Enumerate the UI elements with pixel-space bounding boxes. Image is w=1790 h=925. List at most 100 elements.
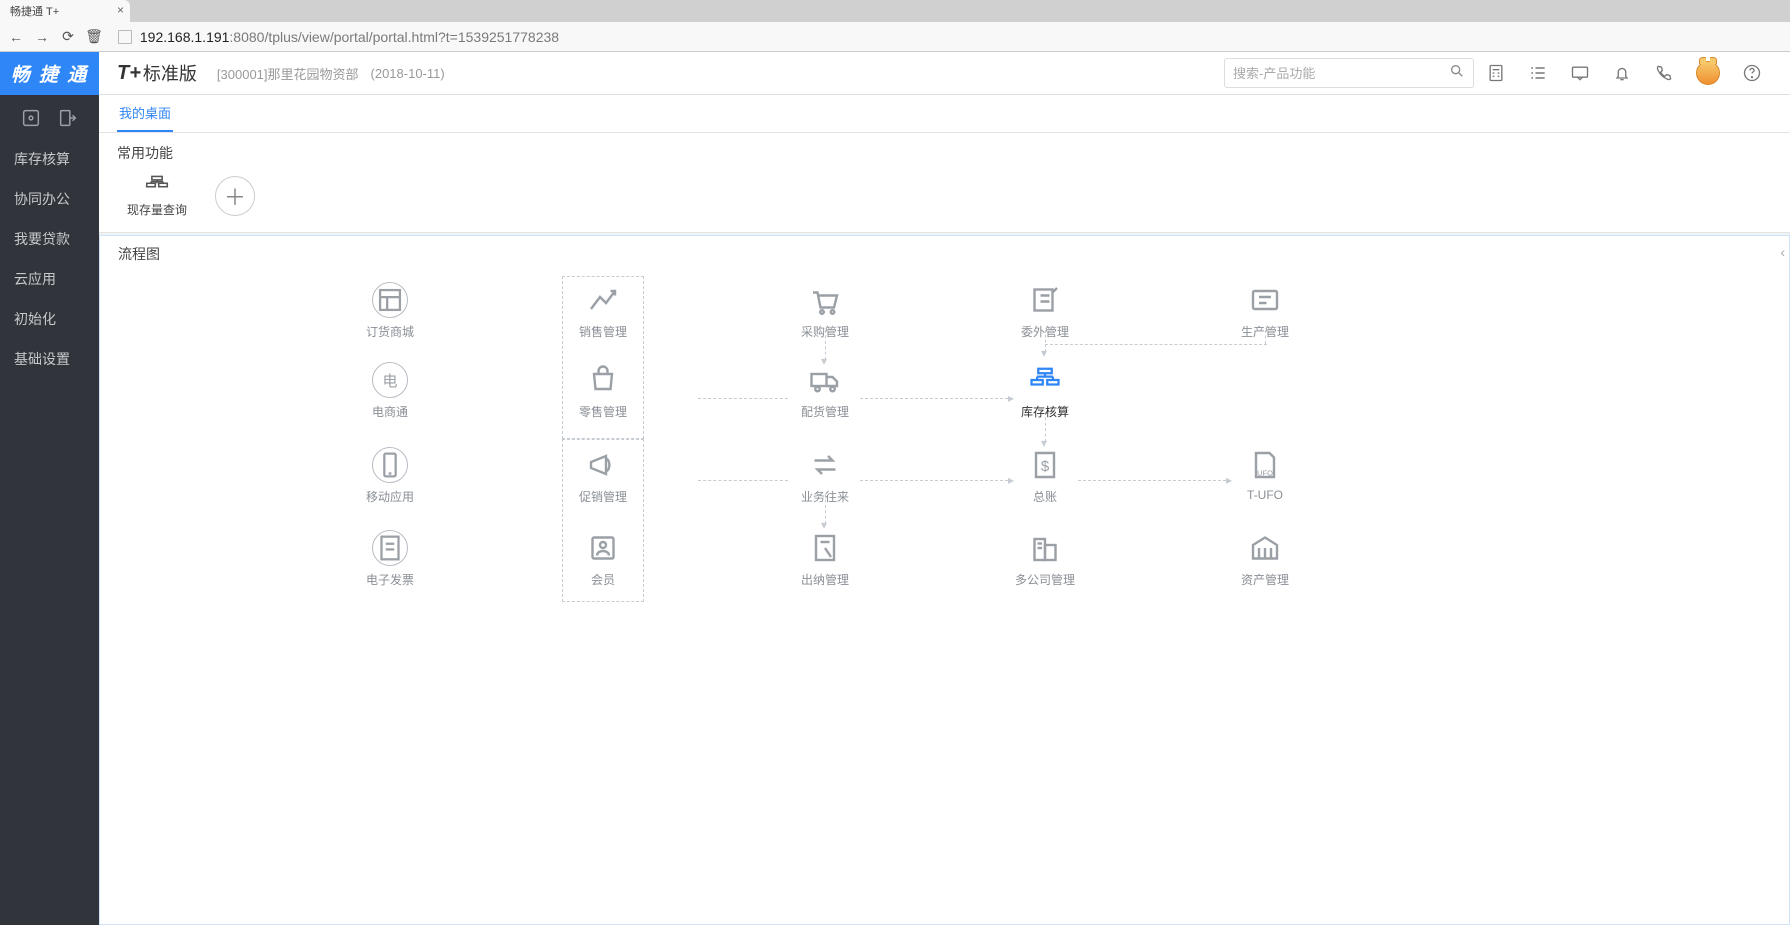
stock-query-icon bbox=[143, 173, 171, 197]
flow-node-cashier[interactable]: 出纳管理 bbox=[780, 530, 870, 588]
ecommerce-icon: 电 bbox=[372, 362, 408, 398]
building-icon bbox=[1027, 530, 1063, 566]
outsource-icon bbox=[1027, 282, 1063, 318]
svg-text:$: $ bbox=[1041, 458, 1050, 475]
flow-node-order-mall[interactable]: 订货商城 bbox=[345, 282, 435, 340]
sales-icon bbox=[585, 282, 621, 318]
flow-node-multicompany[interactable]: 多公司管理 bbox=[1000, 530, 1090, 588]
logout-icon[interactable] bbox=[57, 107, 79, 129]
flow-node-promotion[interactable]: 促销管理 bbox=[558, 447, 648, 505]
quick-title: 常用功能 bbox=[99, 133, 1790, 173]
sidebar-top-icons bbox=[0, 103, 99, 139]
sidebar-item-init[interactable]: 初始化 bbox=[0, 299, 99, 339]
promotion-icon bbox=[585, 447, 621, 483]
sidebar-item-loan[interactable]: 我要贷款 bbox=[0, 219, 99, 259]
page-icon bbox=[118, 30, 132, 44]
search-box[interactable] bbox=[1224, 58, 1474, 88]
url-bar[interactable]: 192.168.1.191:8080/tplus/view/portal/por… bbox=[112, 29, 1782, 45]
flow-node-production[interactable]: 生产管理 bbox=[1220, 282, 1310, 340]
flow-node-ledger[interactable]: $ 总账 bbox=[1000, 447, 1090, 505]
sidebar-item-inventory[interactable]: 库存核算 bbox=[0, 139, 99, 179]
inventory-icon bbox=[1027, 362, 1063, 398]
list-icon[interactable] bbox=[1528, 63, 1548, 83]
node-label: 促销管理 bbox=[579, 488, 627, 505]
nav-forward-icon[interactable]: → bbox=[34, 29, 50, 45]
close-icon[interactable]: × bbox=[117, 3, 124, 17]
flow-node-inventory-costing[interactable]: 库存核算 bbox=[1000, 362, 1090, 420]
header-icons bbox=[1486, 61, 1790, 85]
node-label: 资产管理 bbox=[1241, 571, 1289, 588]
mobile-icon bbox=[372, 447, 408, 483]
node-label: 电子发票 bbox=[366, 571, 414, 588]
flow-node-sales[interactable]: 销售管理 bbox=[558, 282, 648, 340]
nav-back-icon[interactable]: ← bbox=[8, 29, 24, 45]
ledger-icon: $ bbox=[1027, 447, 1063, 483]
edition-label: 标准版 bbox=[143, 60, 197, 86]
avatar-icon[interactable] bbox=[1696, 61, 1720, 85]
flow-node-member[interactable]: 会员 bbox=[558, 530, 648, 588]
production-icon bbox=[1247, 282, 1283, 318]
reload-icon[interactable]: ⟳ bbox=[60, 29, 76, 45]
calculator-icon[interactable] bbox=[1486, 63, 1506, 83]
sidebar-item-basic[interactable]: 基础设置 bbox=[0, 339, 99, 379]
sidebar-item-collab[interactable]: 协同办公 bbox=[0, 179, 99, 219]
connector bbox=[698, 398, 788, 399]
node-label: 会员 bbox=[591, 571, 615, 588]
search-icon[interactable] bbox=[1449, 63, 1465, 83]
url-port: :8080 bbox=[229, 29, 264, 45]
node-label: 生产管理 bbox=[1241, 323, 1289, 340]
connector bbox=[1078, 480, 1226, 481]
flow-node-mobile[interactable]: 移动应用 bbox=[345, 447, 435, 505]
flow-node-distribution[interactable]: 配货管理 bbox=[780, 362, 870, 420]
transfer-icon bbox=[807, 447, 843, 483]
quick-item-stock-query[interactable]: 现存量查询 bbox=[127, 173, 187, 218]
flow-node-einvoice[interactable]: 电子发票 bbox=[345, 530, 435, 588]
connector bbox=[860, 480, 1008, 481]
message-icon[interactable] bbox=[1570, 63, 1590, 83]
quick-panel: 常用功能 现存量查询 ＋ bbox=[99, 133, 1790, 233]
trash-icon[interactable]: 🗑 bbox=[86, 29, 102, 45]
flow-node-business[interactable]: 业务往来 bbox=[780, 447, 870, 505]
org-label: [300001]那里花园物资部 bbox=[217, 64, 359, 83]
flow-node-outsource[interactable]: 委外管理 bbox=[1000, 282, 1090, 340]
search-input[interactable] bbox=[1233, 66, 1449, 81]
report-icon: UFO bbox=[1247, 447, 1283, 483]
url-path: /tplus/view/portal/portal.html?t=1539251… bbox=[264, 29, 559, 45]
node-label: T-UFO bbox=[1247, 488, 1283, 502]
flow-node-purchase[interactable]: 采购管理 bbox=[780, 282, 870, 340]
asset-icon bbox=[1247, 530, 1283, 566]
browser-tab[interactable]: 畅捷通 T+ × bbox=[0, 0, 130, 22]
cashier-icon bbox=[807, 530, 843, 566]
retail-icon bbox=[585, 362, 621, 398]
app-mark: T+ bbox=[117, 62, 141, 85]
sidebar: 库存核算 协同办公 我要贷款 云应用 初始化 基础设置 bbox=[0, 95, 99, 925]
help-icon[interactable] bbox=[1742, 63, 1762, 83]
sidebar-item-cloud[interactable]: 云应用 bbox=[0, 259, 99, 299]
phone-icon[interactable] bbox=[1654, 63, 1674, 83]
date-label: (2018-10-11) bbox=[371, 66, 445, 81]
bell-icon[interactable] bbox=[1612, 63, 1632, 83]
flow-node-tufo[interactable]: UFO T-UFO bbox=[1220, 447, 1310, 502]
connector bbox=[698, 480, 788, 481]
node-label: 库存核算 bbox=[1021, 403, 1069, 420]
tab-title: 畅捷通 T+ bbox=[10, 3, 59, 19]
add-button[interactable]: ＋ bbox=[215, 176, 255, 216]
node-label: 总账 bbox=[1033, 488, 1057, 505]
flow-node-retail[interactable]: 零售管理 bbox=[558, 362, 648, 420]
flow-node-ecommerce[interactable]: 电 电商通 bbox=[345, 362, 435, 420]
node-label: 销售管理 bbox=[579, 323, 627, 340]
flow-area: 订货商城 电 电商通 移动应用 电子发票 销售管理 bbox=[100, 272, 1789, 612]
collapse-icon[interactable]: ‹ bbox=[1780, 244, 1785, 260]
home-icon[interactable] bbox=[20, 107, 42, 129]
brand-logo: 畅 捷 通 bbox=[0, 52, 99, 95]
node-label: 移动应用 bbox=[366, 488, 414, 505]
flow-title: 流程图 bbox=[100, 236, 1789, 272]
flow-panel: 流程图 ‹ bbox=[99, 235, 1790, 925]
node-label: 电商通 bbox=[372, 403, 408, 420]
svg-text:UFO: UFO bbox=[1257, 469, 1273, 478]
member-icon bbox=[585, 530, 621, 566]
main-area: 库存核算 协同办公 我要贷款 云应用 初始化 基础设置 我的桌面 常用功能 现存… bbox=[0, 95, 1790, 925]
url-host: 192.168.1.191 bbox=[140, 29, 230, 45]
tab-desktop[interactable]: 我的桌面 bbox=[117, 95, 173, 132]
flow-node-asset[interactable]: 资产管理 bbox=[1220, 530, 1310, 588]
